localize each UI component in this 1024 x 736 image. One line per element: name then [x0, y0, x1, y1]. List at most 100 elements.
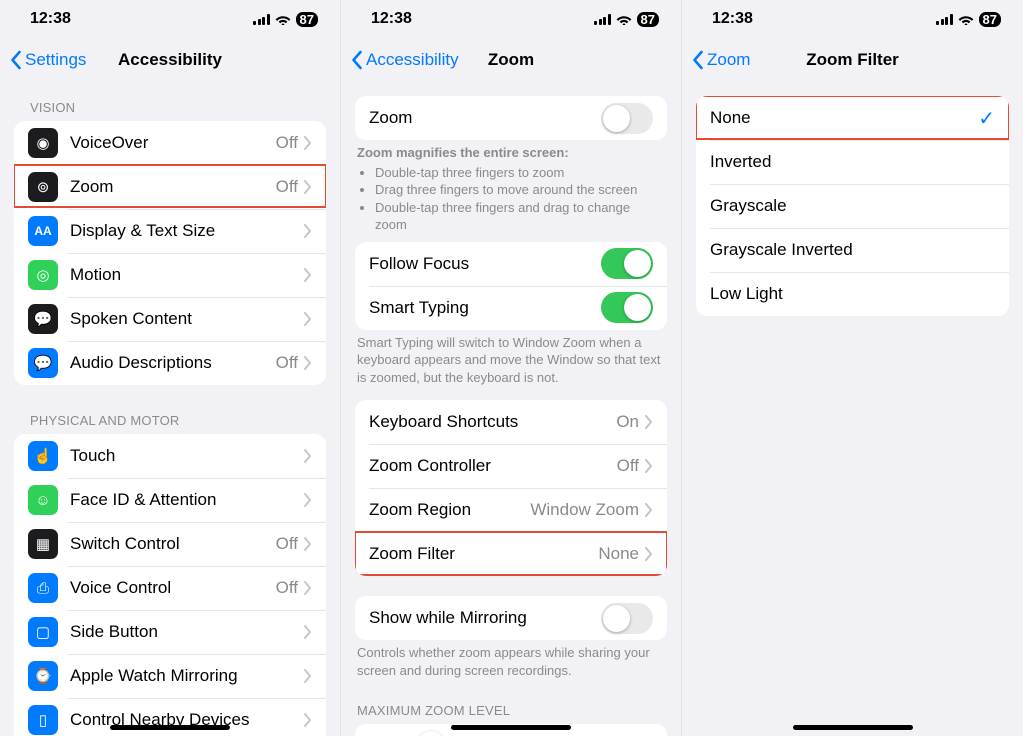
- chevron-right-icon: [304, 268, 312, 282]
- row-motion[interactable]: ◎ Motion: [14, 253, 326, 297]
- row-control-nearby[interactable]: ▯ Control Nearby Devices: [14, 698, 326, 736]
- home-indicator: [451, 725, 571, 730]
- back-label: Settings: [25, 50, 86, 70]
- row-label: Zoom: [369, 108, 601, 128]
- chevron-right-icon: [304, 537, 312, 551]
- zoom-desc-list: Double-tap three fingers to zoom Drag th…: [357, 164, 665, 234]
- row-mirroring[interactable]: Show while Mirroring: [355, 596, 667, 640]
- row-label: Apple Watch Mirroring: [70, 666, 304, 686]
- content-area: None ✓ Inverted Grayscale Grayscale Inve…: [682, 82, 1023, 406]
- filter-options-group: None ✓ Inverted Grayscale Grayscale Inve…: [696, 96, 1009, 316]
- row-zoom-region[interactable]: Zoom Region Window Zoom: [355, 488, 667, 532]
- battery-indicator: 87: [296, 12, 318, 27]
- home-indicator: [793, 725, 913, 730]
- row-zoom-toggle[interactable]: Zoom: [355, 96, 667, 140]
- option-none[interactable]: None ✓: [696, 96, 1009, 140]
- switch-control-icon: ▦: [28, 529, 58, 559]
- touch-icon: ☝: [28, 441, 58, 471]
- slider-thumb[interactable]: [418, 731, 444, 736]
- back-button[interactable]: Zoom: [688, 38, 750, 82]
- option-inverted[interactable]: Inverted: [696, 140, 1009, 184]
- option-grayscale[interactable]: Grayscale: [696, 184, 1009, 228]
- row-voice-control[interactable]: ⎙ Voice Control Off: [14, 566, 326, 610]
- wifi-icon: [275, 13, 291, 25]
- chevron-right-icon: [304, 356, 312, 370]
- row-value: Off: [276, 177, 298, 197]
- chevron-right-icon: [645, 547, 653, 561]
- status-indicators: 87: [594, 12, 659, 27]
- zoom-settings-group: Keyboard Shortcuts On Zoom Controller Of…: [355, 400, 667, 576]
- cellular-signal-icon: [594, 14, 611, 25]
- chevron-right-icon: [304, 224, 312, 238]
- section-header-vision: VISION: [0, 82, 340, 121]
- row-zoom-filter[interactable]: Zoom Filter None: [355, 532, 667, 576]
- back-button[interactable]: Settings: [6, 38, 86, 82]
- row-label: Smart Typing: [369, 298, 601, 318]
- row-switch-control[interactable]: ▦ Switch Control Off: [14, 522, 326, 566]
- toggle-switch[interactable]: [601, 603, 653, 634]
- content-area: VISION ◉ VoiceOver Off ⊚ Zoom Off AA Dis…: [0, 82, 340, 736]
- battery-indicator: 87: [979, 12, 1001, 27]
- toggle-switch[interactable]: [601, 292, 653, 323]
- motion-icon: ◎: [28, 260, 58, 290]
- section-header-physical: PHYSICAL AND MOTOR: [0, 395, 340, 434]
- option-grayscale-inverted[interactable]: Grayscale Inverted: [696, 228, 1009, 272]
- toggle-switch[interactable]: [601, 248, 653, 279]
- row-value: Off: [276, 534, 298, 554]
- row-label: VoiceOver: [70, 133, 276, 153]
- row-follow-focus[interactable]: Follow Focus: [355, 242, 667, 286]
- status-time: 12:38: [712, 10, 753, 28]
- back-button[interactable]: Accessibility: [347, 38, 459, 82]
- chevron-right-icon: [645, 459, 653, 473]
- status-indicators: 87: [253, 12, 318, 27]
- row-applewatch-mirroring[interactable]: ⌚ Apple Watch Mirroring: [14, 654, 326, 698]
- zoom-toggle-group: Zoom: [355, 96, 667, 140]
- page-title: Accessibility: [118, 50, 222, 70]
- audio-descriptions-icon: 💬: [28, 348, 58, 378]
- wifi-icon: [958, 13, 974, 25]
- zoom-icon: ⊚: [28, 172, 58, 202]
- row-side-button[interactable]: ▢ Side Button: [14, 610, 326, 654]
- row-zoom-controller[interactable]: Zoom Controller Off: [355, 444, 667, 488]
- smart-typing-desc: Smart Typing will switch to Window Zoom …: [355, 334, 667, 387]
- row-smart-typing[interactable]: Smart Typing: [355, 286, 667, 330]
- side-button-icon: ▢: [28, 617, 58, 647]
- status-bar: 12:38 87: [0, 0, 340, 38]
- row-label: Spoken Content: [70, 309, 304, 329]
- row-value: Off: [276, 578, 298, 598]
- option-low-light[interactable]: Low Light: [696, 272, 1009, 316]
- row-label: Side Button: [70, 622, 304, 642]
- row-keyboard-shortcuts[interactable]: Keyboard Shortcuts On: [355, 400, 667, 444]
- option-label: Grayscale Inverted: [710, 240, 995, 260]
- row-spoken-content[interactable]: 💬 Spoken Content: [14, 297, 326, 341]
- mirroring-desc: Controls whether zoom appears while shar…: [355, 644, 667, 679]
- voiceover-icon: ◉: [28, 128, 58, 158]
- row-label: Display & Text Size: [70, 221, 304, 241]
- content-area: Zoom Zoom magnifies the entire screen: D…: [341, 82, 681, 736]
- row-faceid[interactable]: ☺ Face ID & Attention: [14, 478, 326, 522]
- row-label: Switch Control: [70, 534, 276, 554]
- zoom-desc-item: Drag three fingers to move around the sc…: [375, 181, 665, 199]
- checkmark-icon: ✓: [978, 106, 995, 131]
- back-label: Accessibility: [366, 50, 459, 70]
- row-audio-descriptions[interactable]: 💬 Audio Descriptions Off: [14, 341, 326, 385]
- toggle-switch[interactable]: [601, 103, 653, 134]
- screen-zoom-filter: 12:38 87 Zoom Zoom Filter None ✓ Inverte…: [682, 0, 1023, 736]
- row-display-text-size[interactable]: AA Display & Text Size: [14, 209, 326, 253]
- option-label: Inverted: [710, 152, 995, 172]
- zoom-desc-heading: Zoom magnifies the entire screen:: [357, 145, 569, 160]
- chevron-right-icon: [645, 415, 653, 429]
- row-label: Follow Focus: [369, 254, 601, 274]
- row-value: On: [616, 412, 639, 432]
- faceid-icon: ☺: [28, 485, 58, 515]
- row-label: Zoom Filter: [369, 544, 598, 564]
- nav-header: Accessibility Zoom: [341, 38, 681, 82]
- row-zoom[interactable]: ⊚ Zoom Off: [14, 165, 326, 209]
- chevron-right-icon: [304, 136, 312, 150]
- nav-header: Zoom Zoom Filter: [682, 38, 1023, 82]
- battery-indicator: 87: [637, 12, 659, 27]
- row-value: None: [598, 544, 639, 564]
- row-voiceover[interactable]: ◉ VoiceOver Off: [14, 121, 326, 165]
- row-touch[interactable]: ☝ Touch: [14, 434, 326, 478]
- zoom-desc-item: Double-tap three fingers and drag to cha…: [375, 199, 665, 234]
